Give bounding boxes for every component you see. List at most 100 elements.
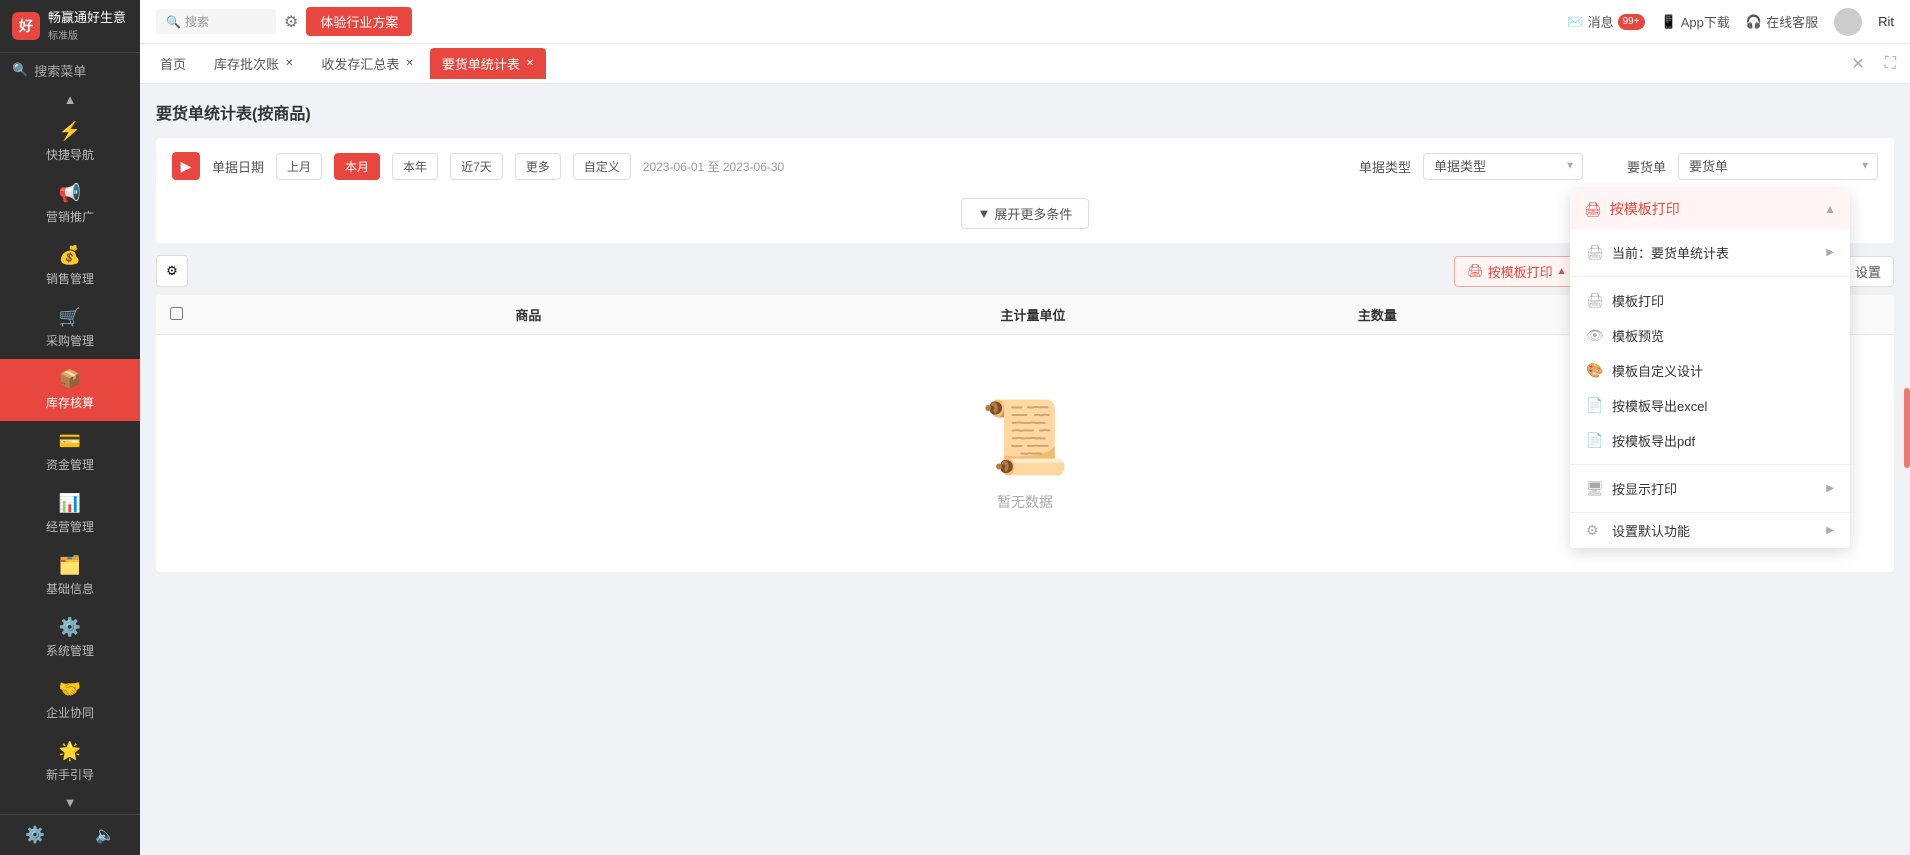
sidebar-item-collab[interactable]: 🤝 企业协同 — [0, 669, 140, 731]
online-service-action[interactable]: 🎧 在线客服 — [1746, 12, 1818, 31]
print-export-pdf[interactable]: 📄 按模板导出pdf — [1570, 423, 1850, 458]
sales-icon: 💰 — [59, 245, 81, 266]
tab-home[interactable]: 首页 — [148, 48, 198, 79]
tab-batch-account-close[interactable]: ✕ — [285, 58, 293, 69]
sidebar-scroll-down[interactable]: ▼ — [0, 791, 140, 814]
tab-batch-account[interactable]: 库存批次账 ✕ — [202, 48, 305, 79]
tab-receivable-summary-close[interactable]: ✕ — [405, 58, 413, 69]
tab-order-summary[interactable]: 要货单统计表 ✕ — [430, 48, 546, 79]
finance-label: 资金管理 — [46, 456, 94, 473]
print-current-item[interactable]: 🖨 当前：要货单统计表 ▶ — [1570, 235, 1850, 270]
sidebar-search[interactable]: 🔍 搜索菜单 — [0, 53, 140, 88]
sidebar-item-system[interactable]: ⚙️ 系统管理 — [0, 607, 140, 669]
print-default-arrow: ▶ — [1826, 525, 1834, 536]
guide-icon: 🌟 — [59, 741, 81, 762]
print-dropdown-title: 按模板打印 — [1610, 199, 1680, 219]
date-btn-more[interactable]: 更多 — [515, 153, 561, 180]
date-btn-custom[interactable]: 自定义 — [573, 153, 631, 180]
right-scrollbar[interactable] — [1904, 388, 1910, 468]
tab-expand-icon[interactable]: ⛶ — [1879, 55, 1902, 73]
inventory-label: 库存核算 — [46, 394, 94, 411]
sidebar-item-basic[interactable]: 🗂️ 基础信息 — [0, 545, 140, 607]
print-dropdown-header[interactable]: 🖨 按模板打印 ▲ — [1570, 189, 1850, 229]
print-display-icon: 🖥 — [1586, 480, 1602, 497]
print-dropdown-collapse-icon[interactable]: ▲ — [1824, 202, 1836, 216]
order-type-select-wrapper[interactable]: 单据类型 ▼ — [1423, 153, 1583, 180]
sound-icon[interactable]: 🔈 — [95, 825, 115, 845]
order-goods-select-wrapper[interactable]: 要货单 ▼ — [1678, 153, 1878, 180]
experience-btn[interactable]: 体验行业方案 — [306, 7, 412, 36]
table-col-checkbox[interactable] — [156, 307, 196, 323]
sidebar-item-purchase[interactable]: 🛒 采购管理 — [0, 297, 140, 359]
header-settings-icon[interactable]: ⚙ — [284, 12, 298, 32]
empty-text: 暂无数据 — [997, 492, 1053, 512]
sidebar-item-marketing[interactable]: 📢 营销推广 — [0, 173, 140, 235]
print-display-item[interactable]: 🖥 按显示打印 ▶ — [1570, 471, 1850, 506]
print-template-preview[interactable]: 👁 模板预览 — [1570, 318, 1850, 353]
print-btn[interactable]: 🖨 按模板打印 ▲ — [1454, 256, 1579, 287]
header-actions: ✉️ 消息 99+ 📱 App下载 🎧 在线客服 Rit — [1567, 8, 1894, 36]
print-template-print[interactable]: 🖨 模板打印 — [1570, 283, 1850, 318]
username: Rit — [1878, 14, 1894, 29]
filter-expand-btn[interactable]: ▶ — [172, 152, 200, 180]
print-header-icon: 🖨 — [1584, 201, 1602, 218]
top-header: 🔍 搜索 ⚙ 体验行业方案 ✉️ 消息 99+ 📱 App下载 🎧 在线客服 R… — [140, 0, 1910, 44]
system-label: 系统管理 — [46, 642, 94, 659]
message-icon: ✉️ — [1567, 14, 1583, 30]
print-template-design[interactable]: 🎨 模板自定义设计 — [1570, 353, 1850, 388]
order-goods-select[interactable]: 要货单 — [1678, 153, 1878, 180]
table-col-qty: 主数量 — [1205, 305, 1549, 324]
date-btn-this-month[interactable]: 本月 — [334, 153, 380, 180]
sidebar: 好 畅赢通好生意 标准版 🔍 搜索菜单 ▲ ⚡ 快捷导航 📢 营销推广 💰 销售… — [0, 0, 140, 855]
export-excel-icon: 📄 — [1586, 397, 1602, 414]
sidebar-item-quick-nav[interactable]: ⚡ 快捷导航 — [0, 111, 140, 173]
date-btn-this-year[interactable]: 本年 — [392, 153, 438, 180]
select-all-checkbox[interactable] — [170, 307, 183, 320]
sidebar-bottom: ⚙️ 🔈 — [0, 814, 140, 855]
tab-close-all-icon[interactable]: ✕ — [1845, 54, 1870, 74]
sidebar-scroll-up[interactable]: ▲ — [0, 88, 140, 111]
tab-order-summary-close[interactable]: ✕ — [526, 58, 534, 69]
sidebar-item-finance[interactable]: 💳 资金管理 — [0, 421, 140, 483]
sidebar-item-sales[interactable]: 💰 销售管理 — [0, 235, 140, 297]
page-content: 要货单统计表(按商品) ▶ 单据日期 上月 本月 本年 近7天 更多 自定义 2… — [140, 84, 1910, 855]
print-current-icon: 🖨 — [1586, 244, 1602, 261]
header-search[interactable]: 🔍 搜索 — [156, 9, 276, 34]
header-search-placeholder: 搜索 — [185, 13, 209, 30]
sidebar-item-inventory[interactable]: 📦 库存核算 — [0, 359, 140, 421]
table-col-goods: 商品 — [196, 305, 861, 324]
table-settings-icon[interactable]: ⚙ — [156, 255, 188, 287]
message-label: 消息 — [1588, 12, 1614, 31]
app-name: 畅赢通好生意 — [48, 10, 126, 27]
print-items-section: 🖨 模板打印 👁 模板预览 🎨 模板自定义设计 📄 按模板导出excel 📄 — [1570, 277, 1850, 465]
print-dropdown-arrow: ▲ — [1557, 266, 1567, 277]
print-export-excel[interactable]: 📄 按模板导出excel — [1570, 388, 1850, 423]
tab-receivable-summary[interactable]: 收发存汇总表 ✕ — [309, 48, 425, 79]
print-default-icon: ⚙ — [1586, 522, 1602, 539]
sidebar-item-guide[interactable]: 🌟 新手引导 — [0, 731, 140, 791]
template-preview-label: 模板预览 — [1612, 326, 1664, 345]
search-icon: 🔍 — [12, 62, 28, 78]
date-btn-last-7-days[interactable]: 近7天 — [450, 153, 503, 180]
user-avatar[interactable] — [1834, 8, 1862, 36]
print-dropdown-header-left: 🖨 按模板打印 — [1584, 199, 1680, 219]
app-download-icon: 📱 — [1661, 14, 1677, 30]
settings-icon[interactable]: ⚙️ — [25, 825, 45, 845]
export-pdf-label: 按模板导出pdf — [1612, 431, 1695, 450]
purchase-icon: 🛒 — [59, 307, 81, 328]
message-action[interactable]: ✉️ 消息 99+ — [1567, 12, 1644, 31]
print-default-left: ⚙ 设置默认功能 — [1586, 521, 1690, 540]
print-set-default-item[interactable]: ⚙ 设置默认功能 ▶ — [1570, 513, 1850, 548]
online-service-label: 在线客服 — [1766, 12, 1818, 31]
filter-row: ▶ 单据日期 上月 本月 本年 近7天 更多 自定义 2023-06-01 至 … — [172, 152, 1878, 180]
print-default-section: ⚙ 设置默认功能 ▶ — [1570, 513, 1850, 548]
export-pdf-icon: 📄 — [1586, 432, 1602, 449]
template-print-label: 模板打印 — [1612, 291, 1664, 310]
sidebar-item-operation[interactable]: 📊 经营管理 — [0, 483, 140, 545]
empty-icon: 📜 — [980, 395, 1070, 480]
order-type-select[interactable]: 单据类型 — [1423, 153, 1583, 180]
expand-more-btn[interactable]: ▼ 展开更多条件 — [961, 198, 1090, 229]
date-btn-last-month[interactable]: 上月 — [276, 153, 322, 180]
app-download-action[interactable]: 📱 App下载 — [1661, 12, 1730, 31]
toolbar-left: ⚙ — [156, 255, 188, 287]
